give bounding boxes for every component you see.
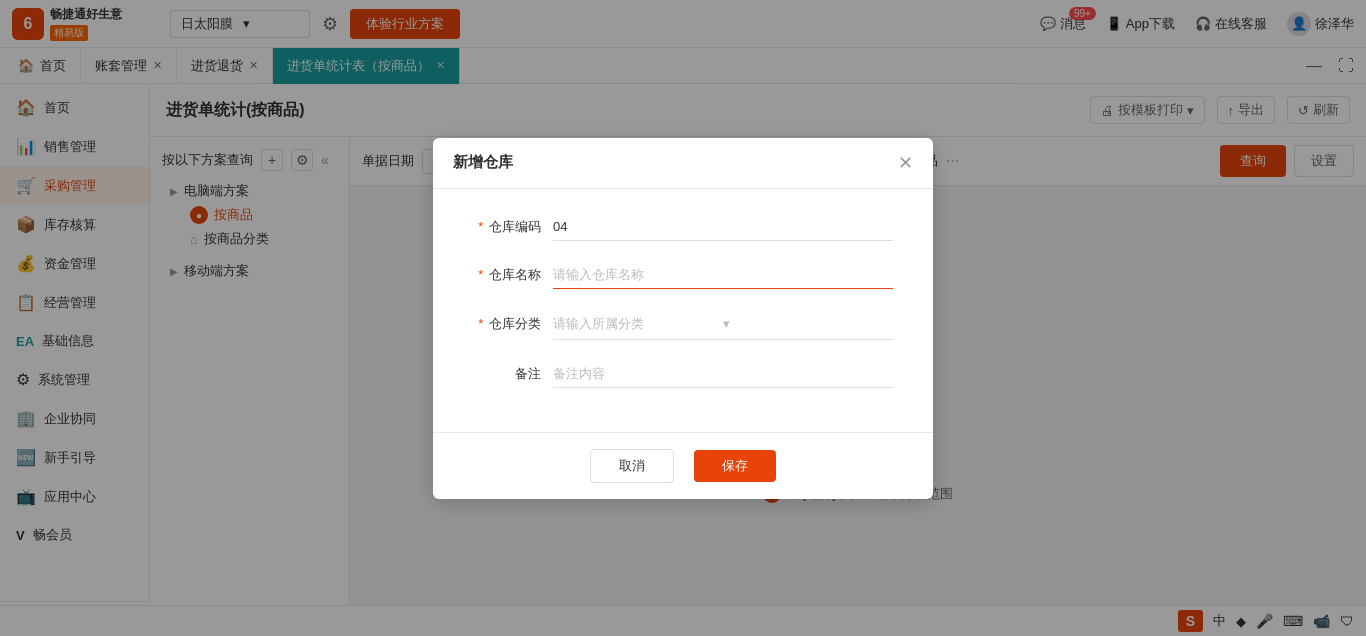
form-row-note: 备注 xyxy=(473,360,893,388)
name-label: * 仓库名称 xyxy=(473,266,553,284)
modal-overlay: 新增仓库 ✕ * 仓库编码 * 仓库名称 xyxy=(0,0,1366,636)
note-label: 备注 xyxy=(473,365,553,383)
modal-body: * 仓库编码 * 仓库名称 * 仓库分类 请输入 xyxy=(433,189,933,432)
note-input[interactable] xyxy=(553,360,893,388)
name-input[interactable] xyxy=(553,261,893,289)
category-placeholder: 请输入所属分类 xyxy=(553,315,723,333)
modal-title: 新增仓库 xyxy=(453,153,513,172)
save-button[interactable]: 保存 xyxy=(694,450,776,482)
modal-footer: 取消 保存 xyxy=(433,432,933,499)
form-row-category: * 仓库分类 请输入所属分类 ▾ xyxy=(473,309,893,340)
modal-header: 新增仓库 ✕ xyxy=(433,138,933,189)
modal-close-button[interactable]: ✕ xyxy=(898,152,913,174)
cancel-button[interactable]: 取消 xyxy=(590,449,674,483)
dropdown-arrow-icon: ▾ xyxy=(723,316,893,331)
form-row-code: * 仓库编码 xyxy=(473,213,893,241)
form-row-name: * 仓库名称 xyxy=(473,261,893,289)
category-label: * 仓库分类 xyxy=(473,315,553,333)
code-input[interactable] xyxy=(553,213,893,241)
new-warehouse-modal: 新增仓库 ✕ * 仓库编码 * 仓库名称 xyxy=(433,138,933,499)
category-selector[interactable]: 请输入所属分类 ▾ xyxy=(553,309,893,340)
code-label: * 仓库编码 xyxy=(473,218,553,236)
